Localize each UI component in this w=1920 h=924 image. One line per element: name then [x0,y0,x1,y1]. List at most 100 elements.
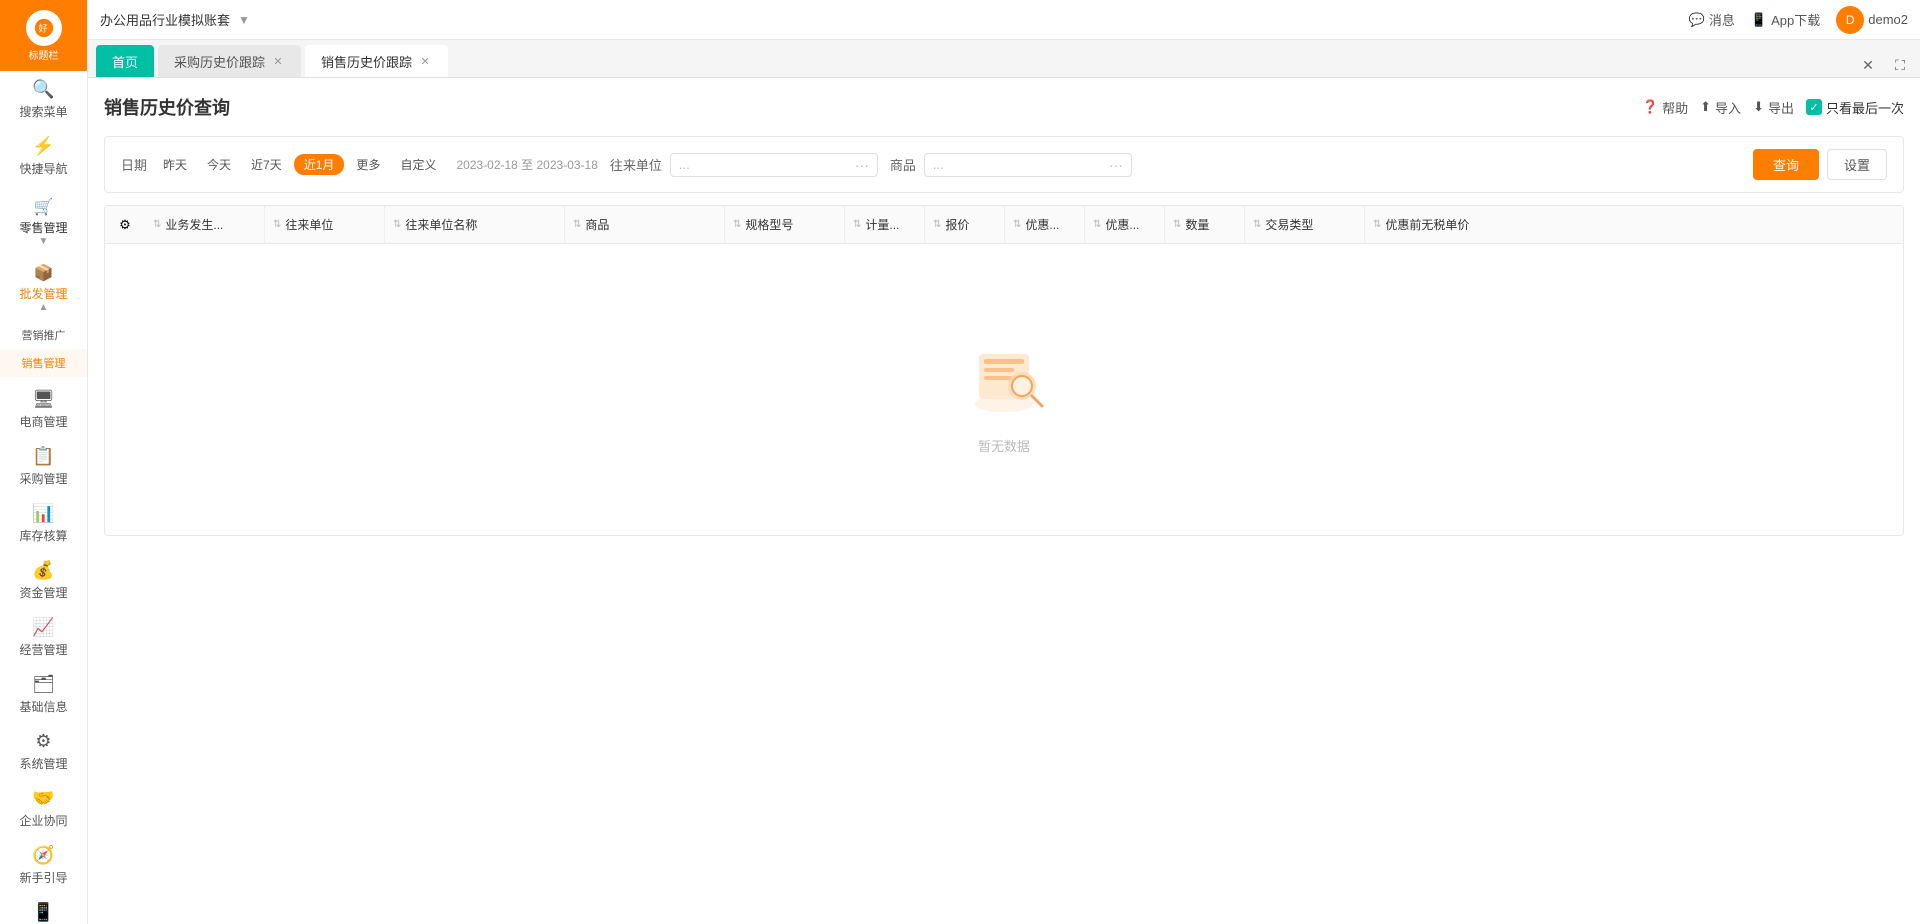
tab-purchase-close[interactable]: ✕ [271,54,285,68]
th-product-label: 商品 [585,216,609,233]
filter-actions: 查询 设置 [1753,149,1887,180]
quick-nav-icon: ⚡ [32,136,54,157]
logo-icon: 好 [26,10,62,46]
finance-icon: 💰 [32,560,54,581]
help-button[interactable]: ❓ 帮助 [1642,98,1688,117]
date-option-7days[interactable]: 近7天 [243,154,290,175]
app-center-icon: 📱 [32,902,54,923]
sidebar-item-app-center[interactable]: 📱 应用中心 [0,894,87,924]
system-icon: ⚙ [35,731,51,752]
page-header: 销售历史价查询 ❓ 帮助 ⬆ 导入 ⬇ 导出 ✓ 只看最后一次 [104,94,1904,120]
th-spec[interactable]: ⇅ 规格型号 [725,206,845,243]
date-option-more[interactable]: 更多 [348,154,388,175]
avatar-initial: D [1846,13,1855,27]
sidebar-item-operations[interactable]: 📈 经营管理 [0,609,87,666]
th-unit[interactable]: ⇅ 计量... [845,206,925,243]
sort-icon-discount2: ⇅ [1093,219,1101,230]
date-option-1month[interactable]: 近1月 [294,154,345,175]
product-input-wrap: ··· [924,153,1132,177]
search-menu-icon: 🔍 [32,79,54,100]
product-label: 商品 [890,155,916,174]
wholesale-icon: 📦 [34,263,54,283]
sidebar-item-finance[interactable]: 💰 资金管理 [0,552,87,609]
th-trade-type[interactable]: ⇅ 交易类型 [1245,206,1365,243]
tab-home[interactable]: 首页 [96,45,154,77]
sidebar-item-label: 企业协同 [19,812,67,829]
sidebar-item-label: 系统管理 [19,755,67,772]
help-label: 帮助 [1662,98,1688,117]
sidebar-item-label: 经营管理 [19,641,67,658]
query-button[interactable]: 查询 [1753,149,1819,180]
sidebar-item-guide[interactable]: 🧭 新手引导 [0,837,87,894]
topbar-right: 💬 消息 📱 App下载 D demo2 [1689,6,1908,34]
date-option-custom[interactable]: 自定义 [392,154,444,175]
th-partner-name[interactable]: ⇅ 往来单位名称 [385,206,565,243]
app-download-icon: 📱 [1751,12,1767,28]
sort-icon-partner-code: ⇅ [273,219,281,230]
sidebar-item-quick-nav[interactable]: ⚡ 快捷导航 [0,128,87,185]
th-discount2-label: 优惠... [1105,216,1139,233]
sidebar-item-label: 搜索菜单 [19,103,67,120]
th-product[interactable]: ⇅ 商品 [565,206,725,243]
sidebar-item-system[interactable]: ⚙ 系统管理 [0,723,87,780]
app-name: 标题栏 [29,50,59,63]
export-button[interactable]: ⬇ 导出 [1753,98,1794,117]
product-selector-icon[interactable]: ··· [1109,157,1123,173]
th-partner-code[interactable]: ⇅ 往来单位 [265,206,385,243]
sidebar-item-purchase-mgmt[interactable]: 📋 采购管理 [0,438,87,495]
sidebar-item-wholesale-mgmt[interactable]: 📦 批发管理 ▲ [0,255,87,321]
th-pre-tax[interactable]: ⇅ 优惠前无税单价 [1365,206,1903,243]
page-title: 销售历史价查询 [104,94,230,120]
sidebar-item-enterprise[interactable]: 🤝 企业协同 [0,780,87,837]
sidebar-item-basic-info[interactable]: 🗂 基础信息 [0,666,87,723]
sidebar-item-retail-mgmt[interactable]: 🛒 零售管理 ▼ [0,189,87,255]
tab-close-all-button[interactable]: ✕ [1856,53,1880,77]
svg-text:好: 好 [38,23,47,34]
settings-button[interactable]: 设置 [1827,149,1887,180]
date-options: 昨天 今天 近7天 近1月 更多 自定义 [155,154,444,175]
th-unit-label: 计量... [865,216,899,233]
message-button[interactable]: 💬 消息 [1689,10,1735,29]
filter-bar: 日期 昨天 今天 近7天 近1月 更多 自定义 2023-02-18 至 202… [104,136,1904,193]
th-discount1[interactable]: ⇅ 优惠... [1005,206,1085,243]
sidebar-item-search-menu[interactable]: 🔍 搜索菜单 [0,71,87,128]
tab-sales-close[interactable]: ✕ [418,54,432,68]
avatar: D [1836,6,1864,34]
app-download-button[interactable]: 📱 App下载 [1751,10,1820,29]
partner-selector-icon[interactable]: ··· [855,157,869,173]
app-logo: 好 标题栏 [0,0,87,71]
th-discount2[interactable]: ⇅ 优惠... [1085,206,1165,243]
message-label: 消息 [1709,10,1735,29]
th-settings[interactable]: ⚙ [105,206,145,243]
tab-sales-history[interactable]: 销售历史价跟踪 ✕ [305,45,448,77]
tab-maximize-button[interactable]: ⛶ [1888,53,1912,77]
empty-text: 暂无数据 [978,436,1030,455]
th-quantity[interactable]: ⇅ 数量 [1165,206,1245,243]
sidebar-sub-label: 销售管理 [22,355,66,371]
only-last-checkbox[interactable]: ✓ 只看最后一次 [1806,98,1904,117]
import-label: 导入 [1715,98,1741,117]
import-button[interactable]: ⬆ 导入 [1700,98,1741,117]
date-option-today[interactable]: 今天 [199,154,239,175]
sidebar-item-ecommerce[interactable]: 🖥 电商管理 [0,381,87,438]
tab-purchase-label: 采购历史价跟踪 [174,52,265,71]
sidebar-item-inventory[interactable]: 📊 库存核算 [0,495,87,552]
tab-purchase-history[interactable]: 采购历史价跟踪 ✕ [158,45,301,77]
product-input[interactable] [933,157,1109,172]
sidebar-item-label: 库存核算 [19,527,67,544]
sort-icon-spec: ⇅ [733,219,741,230]
topbar-title: 办公用品行业模拟账套 [100,10,230,29]
date-option-yesterday[interactable]: 昨天 [155,154,195,175]
sidebar: 好 标题栏 🔍 搜索菜单 ⚡ 快捷导航 🛒 零售管理 ▼ 📦 批发管理 ▲ 营销… [0,0,88,924]
user-name: demo2 [1868,12,1908,27]
ecommerce-icon: 🖥 [32,389,55,410]
topbar-dropdown-icon[interactable]: ▼ [238,13,250,27]
sidebar-item-sales-mgmt[interactable]: 销售管理 [0,349,87,377]
retail-icon: 🛒 [34,197,54,217]
sidebar-item-marketing[interactable]: 营销推广 [0,321,87,349]
user-profile[interactable]: D demo2 [1836,6,1908,34]
th-quote[interactable]: ⇅ 报价 [925,206,1005,243]
topbar: 办公用品行业模拟账套 ▼ 💬 消息 📱 App下载 D demo2 [88,0,1920,40]
partner-input[interactable] [679,157,855,172]
th-biz-date[interactable]: ⇅ 业务发生... [145,206,265,243]
